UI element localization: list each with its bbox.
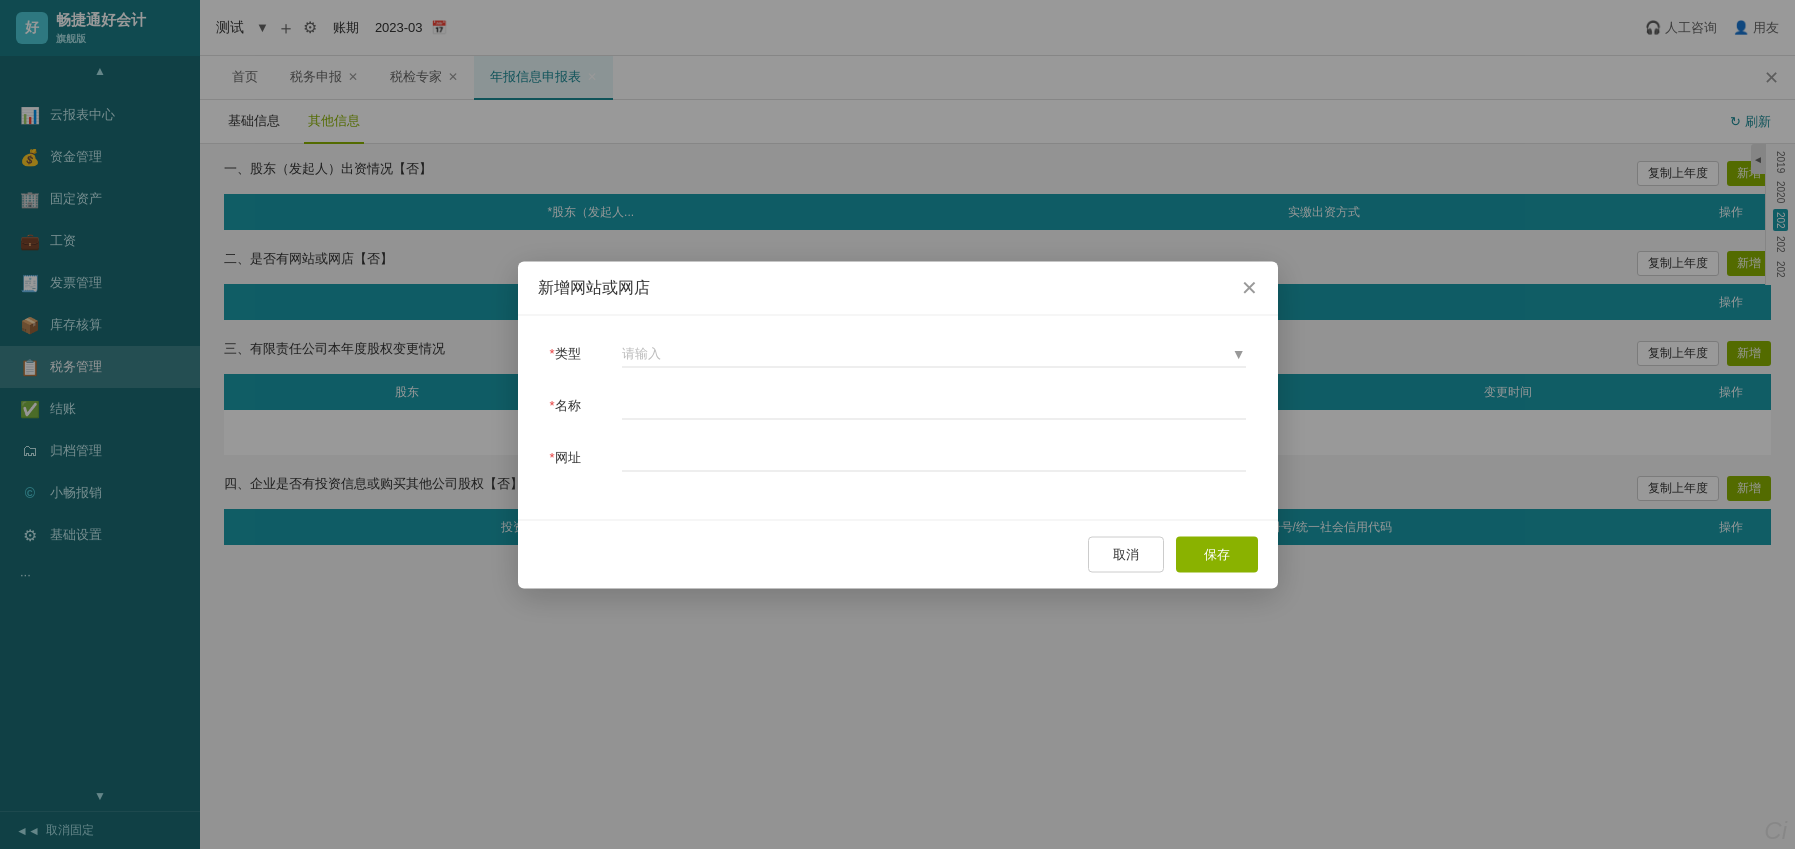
label-text-type: 类型: [555, 345, 581, 360]
name-input[interactable]: [622, 391, 1246, 419]
form-row-type: *类型 ▼: [550, 339, 1246, 367]
dialog-footer: 取消 保存: [518, 519, 1278, 588]
label-text-name: 名称: [555, 397, 581, 412]
dialog-body: *类型 ▼ *名称 *网址: [518, 315, 1278, 519]
form-label-name: *名称: [550, 396, 610, 414]
cancel-button[interactable]: 取消: [1088, 536, 1164, 572]
label-text-url: 网址: [555, 449, 581, 464]
type-input[interactable]: [622, 339, 1246, 367]
url-input[interactable]: [622, 443, 1246, 471]
form-row-url: *网址: [550, 443, 1246, 471]
form-row-name: *名称: [550, 391, 1246, 419]
add-website-dialog: 新增网站或网店 ✕ *类型 ▼ *名称 *网址: [518, 261, 1278, 588]
type-input-wrap: ▼: [622, 339, 1246, 367]
save-button[interactable]: 保存: [1176, 536, 1258, 572]
dialog-title: 新增网站或网店: [538, 277, 650, 298]
name-input-wrap: [622, 391, 1246, 419]
dialog-close-button[interactable]: ✕: [1241, 278, 1258, 298]
form-label-url: *网址: [550, 448, 610, 466]
url-input-wrap: [622, 443, 1246, 471]
type-dropdown-arrow[interactable]: ▼: [1232, 345, 1246, 361]
dialog-header: 新增网站或网店 ✕: [518, 261, 1278, 315]
form-label-type: *类型: [550, 344, 610, 362]
